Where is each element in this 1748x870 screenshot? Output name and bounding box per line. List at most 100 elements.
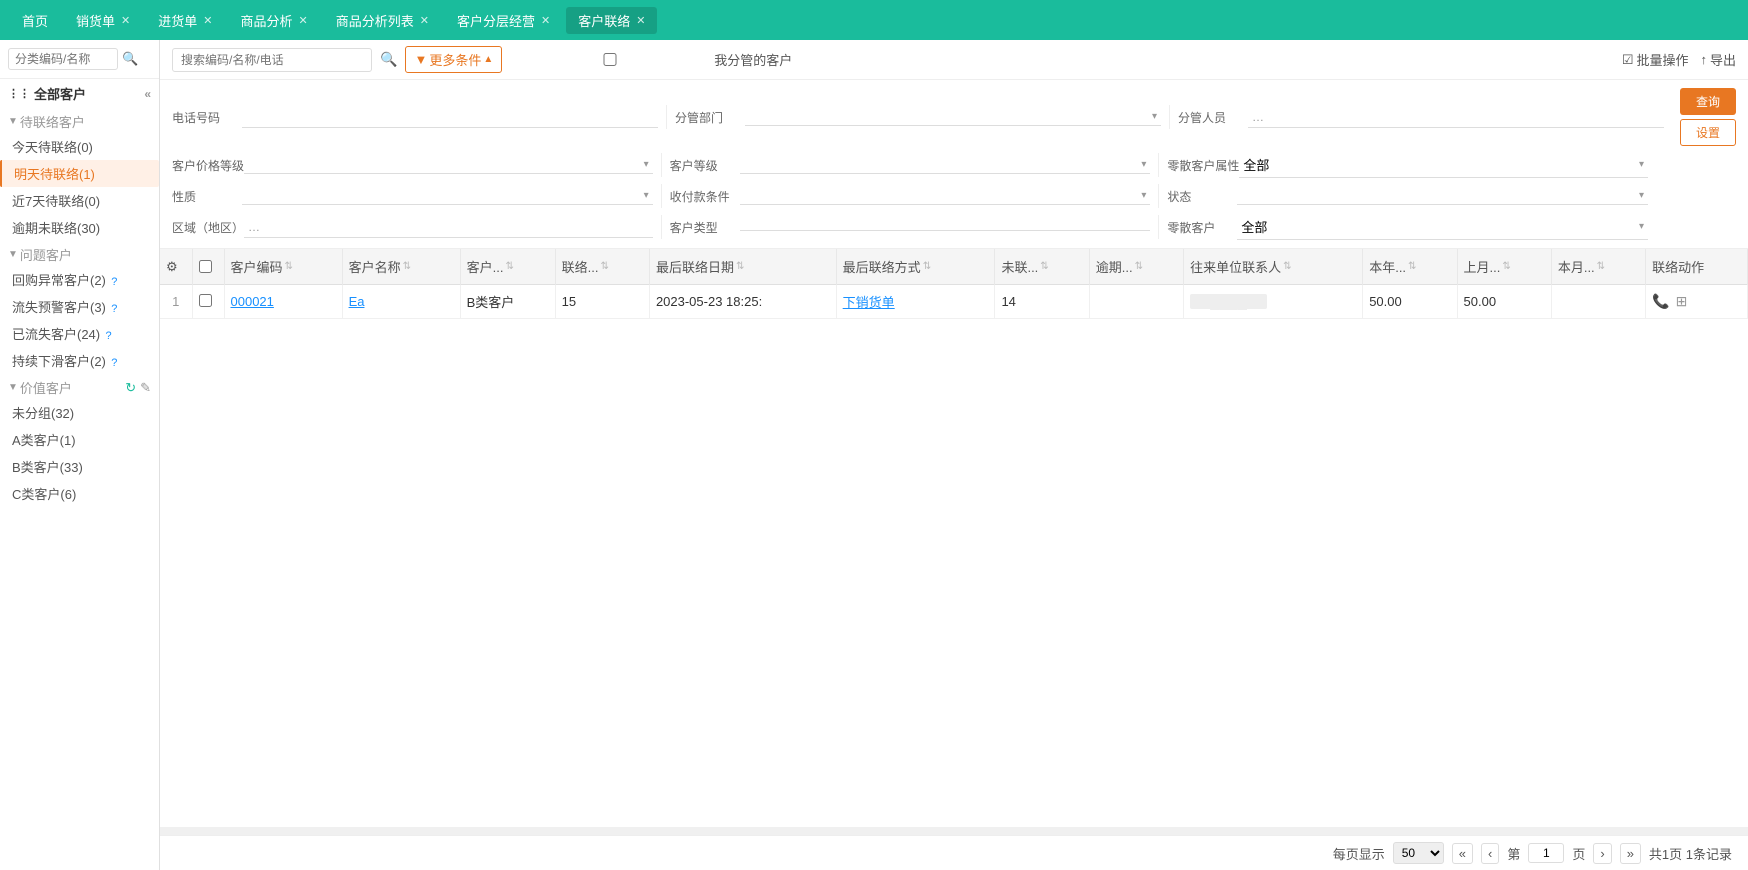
- row-customer-code[interactable]: 000021: [224, 285, 342, 319]
- nav-purchase-order[interactable]: 进货单 ✕: [146, 7, 224, 34]
- batch-operations-button[interactable]: ☑ 批量操作: [1622, 50, 1689, 69]
- sidebar-item-7days-pending[interactable]: 近7天待联络(0): [0, 187, 159, 214]
- col-this-month[interactable]: 本月... ⇅: [1551, 249, 1645, 285]
- search-input[interactable]: [172, 48, 372, 72]
- refresh-icon[interactable]: ↻: [125, 380, 136, 396]
- horizontal-scrollbar[interactable]: [160, 827, 1748, 835]
- filter-scattered-attr-field: 零散客户属性 全部 ▾: [1167, 152, 1648, 178]
- filter-price-level-select[interactable]: ▾: [244, 156, 653, 174]
- nav-home[interactable]: 首页: [10, 7, 60, 34]
- col-this-year[interactable]: 本年... ⇅: [1363, 249, 1457, 285]
- close-icon[interactable]: ✕: [420, 14, 429, 27]
- sidebar-item-class-b[interactable]: B类客户(33): [0, 453, 159, 480]
- phone-icon[interactable]: 📞: [1652, 293, 1669, 310]
- sidebar-item-today-pending[interactable]: 今天待联络(0): [0, 133, 159, 160]
- search-bar: 🔍 ▼ 更多条件 ▲ 我分管的客户 ☑ 批量操作 ↑ 导出: [160, 40, 1748, 80]
- sort-icon: ⇅: [736, 261, 744, 272]
- search-icon[interactable]: 🔍: [380, 51, 397, 68]
- more-icon: …: [248, 220, 260, 234]
- sidebar-search-input[interactable]: [8, 48, 118, 70]
- sidebar-item-class-a[interactable]: A类客户(1): [0, 426, 159, 453]
- sidebar: 🔍 ⋮⋮ 全部客户 « 待联络客户 今天待联络(0) 明天待联络(1) 近7天待…: [0, 40, 160, 870]
- row-checkbox[interactable]: [199, 294, 212, 307]
- filter-customer-level-select[interactable]: ▾: [740, 156, 1151, 174]
- sidebar-search-area: 🔍: [0, 40, 159, 79]
- col-customer-name[interactable]: 客户名称 ⇅: [342, 249, 460, 285]
- nav-sales-order[interactable]: 销货单 ✕: [64, 7, 142, 34]
- filter-divider: [661, 153, 662, 177]
- filter-customer-level-field: 客户等级 ▾: [670, 156, 1151, 174]
- close-icon[interactable]: ✕: [299, 14, 308, 27]
- query-button[interactable]: 查询: [1680, 88, 1736, 115]
- page-number-input[interactable]: [1528, 843, 1564, 863]
- nav-customer-contact[interactable]: 客户联络 ✕: [566, 7, 657, 34]
- col-last-contact-date[interactable]: 最后联络日期 ⇅: [649, 249, 836, 285]
- nav-product-analysis-list[interactable]: 商品分析列表 ✕: [324, 7, 441, 34]
- my-customers-checkbox[interactable]: [510, 53, 710, 66]
- row-checkbox-cell[interactable]: [192, 285, 224, 319]
- row-last-contact-method[interactable]: 下销货单: [836, 285, 995, 319]
- last-page-button[interactable]: »: [1620, 843, 1641, 864]
- nav-product-analysis[interactable]: 商品分析 ✕: [228, 7, 319, 34]
- sidebar-item-churned[interactable]: 已流失客户(24) ?: [0, 320, 159, 347]
- set-button[interactable]: 设置: [1680, 119, 1736, 146]
- sort-icon: ⇅: [505, 261, 513, 272]
- page-size-select[interactable]: 50 100 200: [1393, 842, 1444, 864]
- close-icon[interactable]: ✕: [203, 14, 212, 27]
- col-settings[interactable]: ⚙: [160, 249, 192, 285]
- chevron-down-icon: ▾: [1639, 190, 1644, 201]
- filter-customer-type-select[interactable]: [740, 224, 1151, 231]
- row-customer-name[interactable]: Ea: [342, 285, 460, 319]
- total-info: 共1页 1条记录: [1649, 844, 1732, 863]
- filter-scattered-attr-select[interactable]: 全部 ▾: [1239, 152, 1648, 178]
- col-contact-person[interactable]: 往来单位联系人 ⇅: [1184, 249, 1363, 285]
- col-customer-type[interactable]: 客户... ⇅: [460, 249, 555, 285]
- select-all-checkbox[interactable]: [199, 260, 212, 273]
- export-button[interactable]: ↑ 导出: [1700, 50, 1736, 69]
- nav-customer-stratification[interactable]: 客户分层经营 ✕: [445, 7, 562, 34]
- col-overdue[interactable]: 逾期... ⇅: [1089, 249, 1183, 285]
- col-last-contact-method[interactable]: 最后联络方式 ⇅: [836, 249, 995, 285]
- col-no-contact-days[interactable]: 未联... ⇅: [995, 249, 1089, 285]
- col-last-month[interactable]: 上月... ⇅: [1457, 249, 1551, 285]
- my-customers-checkbox-label[interactable]: 我分管的客户: [510, 50, 792, 69]
- row-contact-person: ████: [1184, 285, 1363, 319]
- filter-icon: ▼: [414, 52, 427, 67]
- sidebar-item-abnormal-repurchase[interactable]: 回购异常客户(2) ?: [0, 266, 159, 293]
- qr-icon[interactable]: ⊞: [1676, 293, 1688, 310]
- chevron-down-icon: ▾: [1152, 111, 1157, 122]
- prev-page-button[interactable]: ‹: [1481, 843, 1499, 864]
- search-icon[interactable]: 🔍: [122, 51, 138, 67]
- main-layout: 🔍 ⋮⋮ 全部客户 « 待联络客户 今天待联络(0) 明天待联络(1) 近7天待…: [0, 40, 1748, 870]
- filter-row-3: 性质 ▾ 收付款条件 ▾ 状态 ▾: [172, 184, 1736, 208]
- col-customer-code[interactable]: 客户编码 ⇅: [224, 249, 342, 285]
- sidebar-item-ungrouped[interactable]: 未分组(32): [0, 399, 159, 426]
- first-page-button[interactable]: «: [1452, 843, 1473, 864]
- filter-scattered-select[interactable]: 全部 ▾: [1237, 214, 1648, 240]
- filter-region-select[interactable]: …: [244, 217, 653, 238]
- col-checkbox[interactable]: [192, 249, 224, 285]
- close-icon[interactable]: ✕: [636, 14, 645, 27]
- more-conditions-button[interactable]: ▼ 更多条件 ▲: [405, 46, 502, 73]
- sort-icon: ⇅: [1040, 261, 1048, 272]
- filter-phone-input[interactable]: [242, 107, 658, 128]
- chevron-down-icon: ▾: [644, 159, 649, 170]
- sidebar-item-tomorrow-pending[interactable]: 明天待联络(1): [0, 160, 159, 187]
- filter-status-select[interactable]: ▾: [1237, 187, 1648, 205]
- filter-payment-select[interactable]: ▾: [740, 187, 1151, 205]
- next-page-button[interactable]: ›: [1593, 843, 1611, 864]
- filter-divider: [661, 184, 662, 208]
- close-icon[interactable]: ✕: [541, 14, 550, 27]
- filter-dept-select[interactable]: ▾: [745, 108, 1161, 126]
- sidebar-item-declining[interactable]: 持续下滑客户(2) ?: [0, 347, 159, 374]
- sidebar-item-overdue-pending[interactable]: 逾期未联络(30): [0, 214, 159, 241]
- edit-icon[interactable]: ✎: [140, 380, 151, 396]
- sidebar-item-churn-warning[interactable]: 流失预警客户(3) ?: [0, 293, 159, 320]
- col-contact-count[interactable]: 联络... ⇅: [555, 249, 649, 285]
- row-last-month: 50.00: [1457, 285, 1551, 319]
- filter-manager-select[interactable]: …: [1248, 107, 1664, 128]
- filter-nature-select[interactable]: ▾: [242, 187, 653, 205]
- close-icon[interactable]: ✕: [121, 14, 130, 27]
- sidebar-item-class-c[interactable]: C类客户(6): [0, 480, 159, 507]
- sidebar-all-customers[interactable]: ⋮⋮ 全部客户 «: [0, 79, 159, 108]
